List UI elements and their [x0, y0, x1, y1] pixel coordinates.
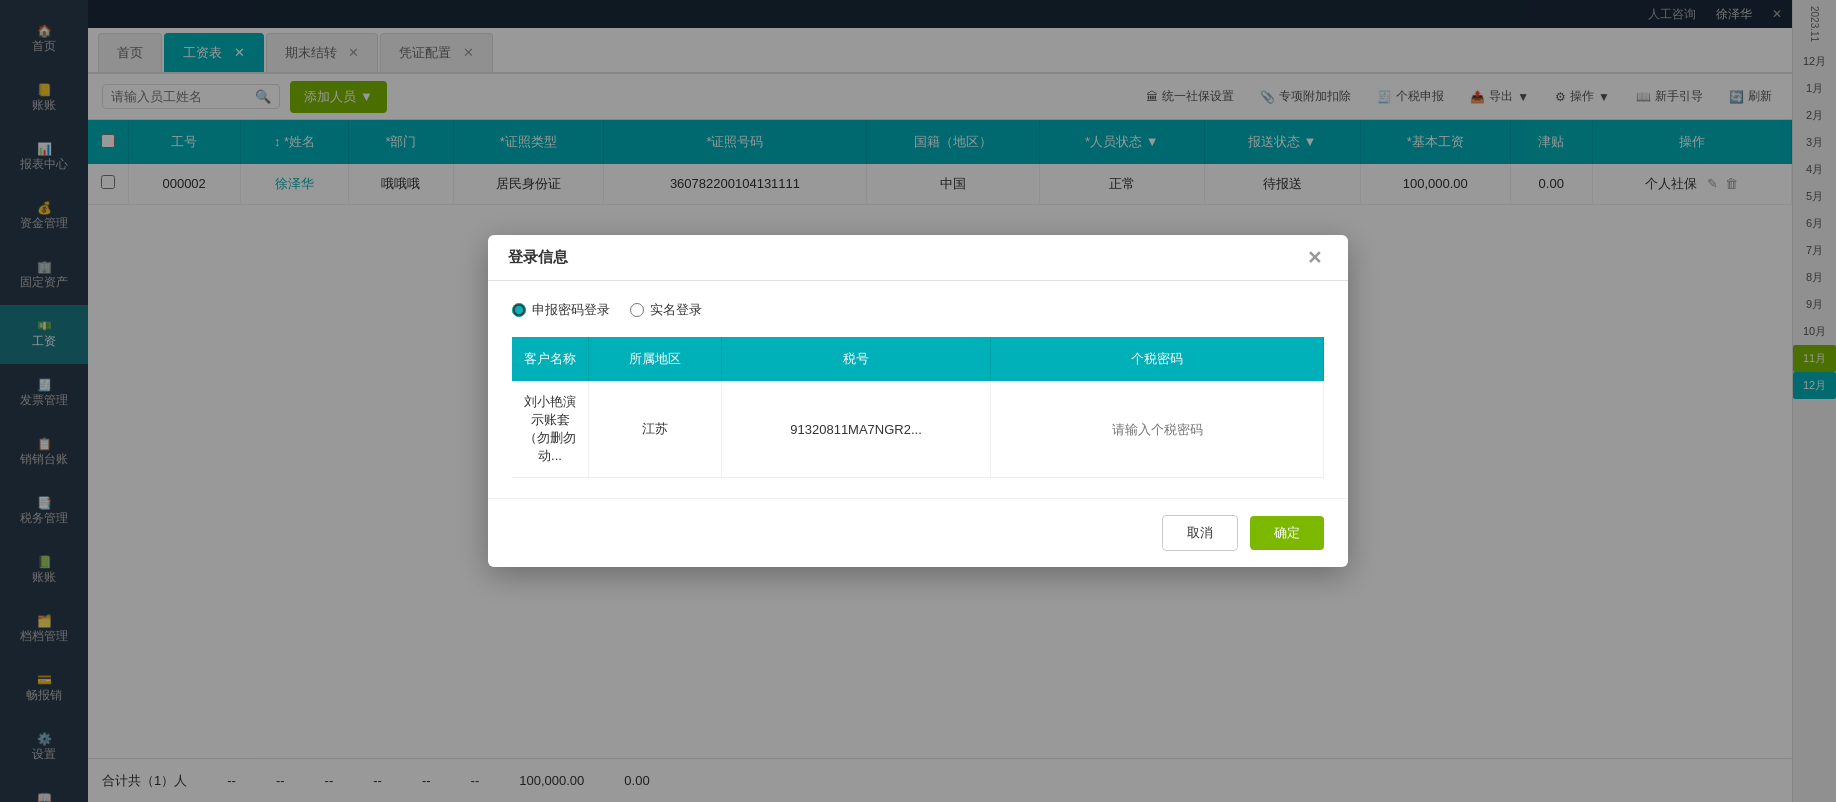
client-tax-id-cell: 91320811MA7NGR2...: [721, 381, 991, 478]
modal-body: 申报密码登录 实名登录 客户名称 所属地区 税号 个税密码: [488, 281, 1348, 498]
modal-header: 登录信息 ✕: [488, 235, 1348, 281]
modal-footer: 取消 确定: [488, 498, 1348, 567]
modal-close-button[interactable]: ✕: [1300, 244, 1328, 272]
client-name-cell: 刘小艳演示账套（勿删勿动...: [512, 381, 589, 478]
client-table-row: 刘小艳演示账套（勿删勿动... 江苏 91320811MA7NGR2...: [512, 381, 1324, 478]
radio-password-input[interactable]: [512, 303, 526, 317]
inner-col-tax-id: 税号: [721, 337, 991, 381]
modal-title: 登录信息: [508, 248, 568, 267]
inner-col-client-name: 客户名称: [512, 337, 589, 381]
login-clients-table: 客户名称 所属地区 税号 个税密码 刘小艳演示账套（勿删勿动... 江苏 913…: [512, 337, 1324, 478]
tax-password-input[interactable]: [1003, 422, 1311, 437]
client-region-cell: 江苏: [589, 381, 722, 478]
cancel-button[interactable]: 取消: [1162, 515, 1238, 551]
inner-col-tax-password: 个税密码: [991, 337, 1324, 381]
inner-col-region: 所属地区: [589, 337, 722, 381]
radio-realname-input[interactable]: [630, 303, 644, 317]
login-method-radio-group: 申报密码登录 实名登录: [512, 301, 1324, 319]
radio-password-login[interactable]: 申报密码登录: [512, 301, 610, 319]
confirm-button[interactable]: 确定: [1250, 516, 1324, 550]
radio-realname-login[interactable]: 实名登录: [630, 301, 702, 319]
modal-overlay: 登录信息 ✕ 申报密码登录 实名登录 客户名称 所属地区: [0, 0, 1836, 802]
client-password-cell[interactable]: [991, 381, 1324, 478]
login-info-modal: 登录信息 ✕ 申报密码登录 实名登录 客户名称 所属地区: [488, 235, 1348, 567]
